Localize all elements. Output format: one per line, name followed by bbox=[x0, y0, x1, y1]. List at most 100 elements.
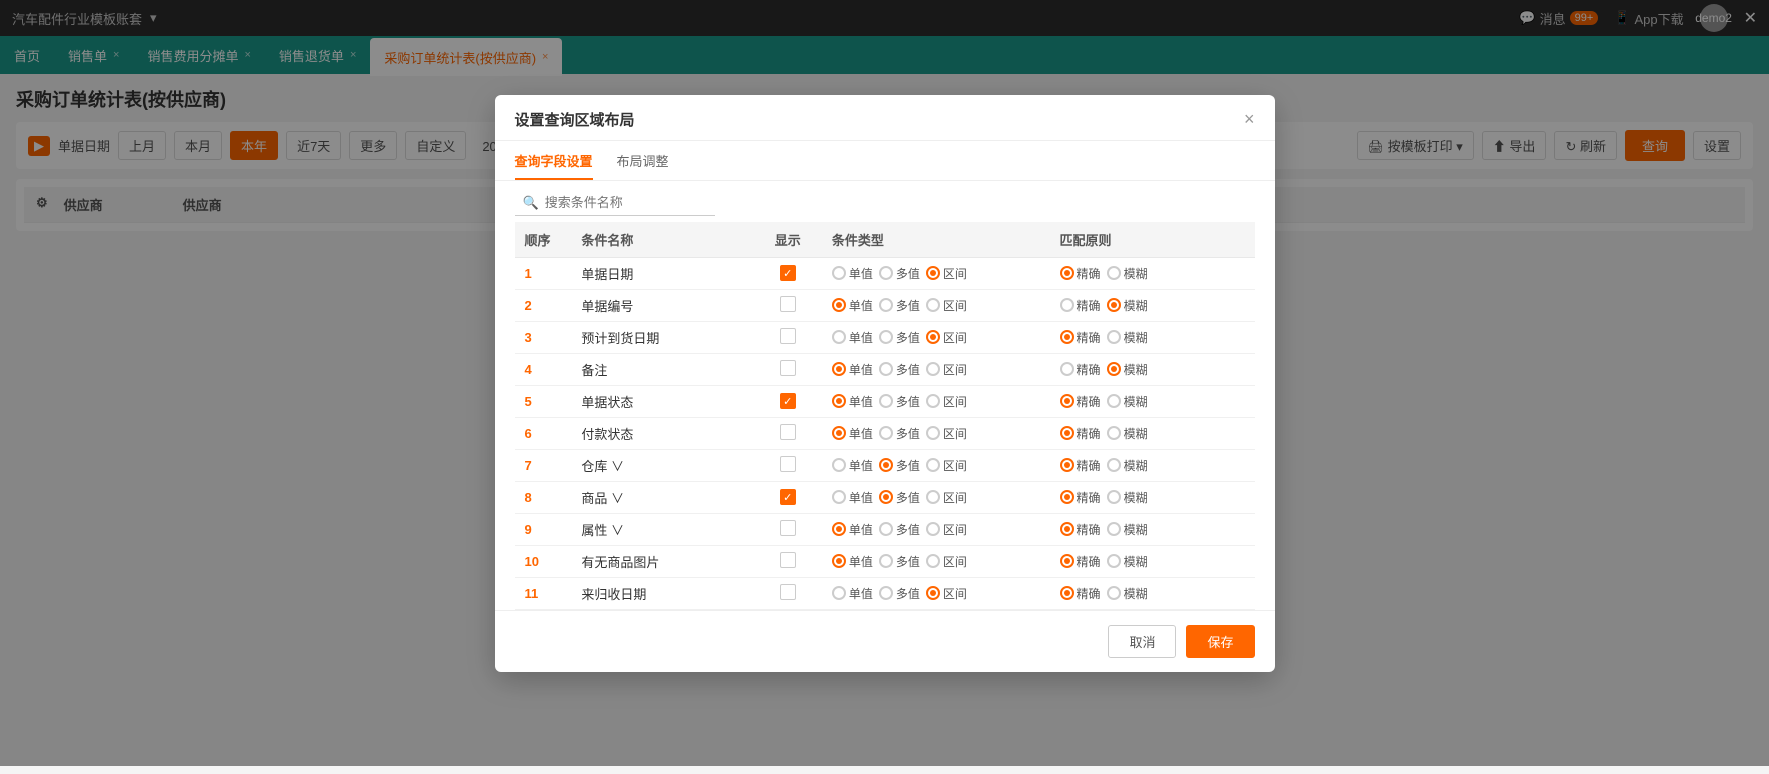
radio-item-match[interactable]: 精确 bbox=[1060, 361, 1101, 378]
radio-circle[interactable] bbox=[1060, 362, 1074, 376]
radio-item-type[interactable]: 单值 bbox=[832, 553, 873, 570]
radio-circle[interactable] bbox=[879, 394, 893, 408]
radio-circle[interactable] bbox=[879, 490, 893, 504]
radio-item-type[interactable]: 单值 bbox=[832, 329, 873, 346]
radio-item-type[interactable]: 区间 bbox=[926, 585, 967, 602]
radio-item-match[interactable]: 精确 bbox=[1060, 425, 1101, 442]
radio-circle[interactable] bbox=[832, 522, 846, 536]
show-checkbox[interactable] bbox=[780, 489, 796, 505]
search-input[interactable] bbox=[545, 195, 705, 210]
radio-item-type[interactable]: 单值 bbox=[832, 521, 873, 538]
radio-item-match[interactable]: 精确 bbox=[1060, 521, 1101, 538]
show-checkbox[interactable] bbox=[780, 584, 796, 600]
radio-circle[interactable] bbox=[879, 522, 893, 536]
radio-item-type[interactable]: 区间 bbox=[926, 489, 967, 506]
show-checkbox[interactable] bbox=[780, 552, 796, 568]
radio-circle[interactable] bbox=[1060, 458, 1074, 472]
radio-item-match[interactable]: 精确 bbox=[1060, 265, 1101, 282]
show-checkbox[interactable] bbox=[780, 424, 796, 440]
radio-circle[interactable] bbox=[1107, 266, 1121, 280]
radio-circle[interactable] bbox=[926, 298, 940, 312]
radio-circle[interactable] bbox=[1060, 298, 1074, 312]
radio-circle[interactable] bbox=[879, 266, 893, 280]
radio-item-type[interactable]: 区间 bbox=[926, 361, 967, 378]
radio-item-match[interactable]: 模糊 bbox=[1107, 553, 1148, 570]
show-checkbox[interactable] bbox=[780, 265, 796, 281]
radio-circle[interactable] bbox=[926, 362, 940, 376]
radio-circle[interactable] bbox=[926, 522, 940, 536]
radio-item-match[interactable]: 模糊 bbox=[1107, 585, 1148, 602]
radio-circle[interactable] bbox=[1107, 458, 1121, 472]
radio-circle[interactable] bbox=[1107, 362, 1121, 376]
radio-circle[interactable] bbox=[926, 586, 940, 600]
radio-item-type[interactable]: 多值 bbox=[879, 329, 920, 346]
radio-circle[interactable] bbox=[879, 554, 893, 568]
radio-circle[interactable] bbox=[832, 330, 846, 344]
radio-item-type[interactable]: 多值 bbox=[879, 521, 920, 538]
radio-item-type[interactable]: 区间 bbox=[926, 553, 967, 570]
radio-circle[interactable] bbox=[1107, 554, 1121, 568]
radio-circle[interactable] bbox=[1107, 394, 1121, 408]
radio-circle[interactable] bbox=[832, 490, 846, 504]
radio-item-match[interactable]: 模糊 bbox=[1107, 457, 1148, 474]
radio-item-type[interactable]: 单值 bbox=[832, 489, 873, 506]
radio-item-type[interactable]: 区间 bbox=[926, 425, 967, 442]
radio-circle[interactable] bbox=[926, 554, 940, 568]
radio-circle[interactable] bbox=[832, 554, 846, 568]
show-checkbox[interactable] bbox=[780, 328, 796, 344]
radio-circle[interactable] bbox=[879, 586, 893, 600]
radio-item-match[interactable]: 模糊 bbox=[1107, 425, 1148, 442]
radio-item-type[interactable]: 区间 bbox=[926, 393, 967, 410]
show-checkbox[interactable] bbox=[780, 393, 796, 409]
radio-circle[interactable] bbox=[832, 298, 846, 312]
show-checkbox[interactable] bbox=[780, 360, 796, 376]
radio-circle[interactable] bbox=[879, 426, 893, 440]
radio-circle[interactable] bbox=[926, 330, 940, 344]
cancel-button[interactable]: 取消 bbox=[1108, 625, 1176, 658]
show-checkbox[interactable] bbox=[780, 296, 796, 312]
radio-item-type[interactable]: 多值 bbox=[879, 297, 920, 314]
radio-circle[interactable] bbox=[879, 330, 893, 344]
radio-item-match[interactable]: 精确 bbox=[1060, 329, 1101, 346]
radio-item-match[interactable]: 模糊 bbox=[1107, 361, 1148, 378]
radio-item-type[interactable]: 多值 bbox=[879, 457, 920, 474]
radio-item-type[interactable]: 单值 bbox=[832, 361, 873, 378]
radio-circle[interactable] bbox=[832, 362, 846, 376]
radio-item-match[interactable]: 精确 bbox=[1060, 297, 1101, 314]
radio-item-type[interactable]: 区间 bbox=[926, 329, 967, 346]
radio-circle[interactable] bbox=[926, 266, 940, 280]
radio-item-match[interactable]: 模糊 bbox=[1107, 297, 1148, 314]
radio-item-match[interactable]: 精确 bbox=[1060, 489, 1101, 506]
radio-circle[interactable] bbox=[832, 586, 846, 600]
radio-circle[interactable] bbox=[1107, 426, 1121, 440]
radio-circle[interactable] bbox=[879, 362, 893, 376]
radio-item-match[interactable]: 模糊 bbox=[1107, 521, 1148, 538]
radio-item-match[interactable]: 精确 bbox=[1060, 393, 1101, 410]
radio-circle[interactable] bbox=[832, 394, 846, 408]
radio-item-type[interactable]: 单值 bbox=[832, 457, 873, 474]
radio-item-type[interactable]: 多值 bbox=[879, 425, 920, 442]
radio-item-match[interactable]: 模糊 bbox=[1107, 329, 1148, 346]
radio-circle[interactable] bbox=[879, 458, 893, 472]
radio-circle[interactable] bbox=[1060, 490, 1074, 504]
radio-item-type[interactable]: 区间 bbox=[926, 297, 967, 314]
radio-item-type[interactable]: 多值 bbox=[879, 393, 920, 410]
radio-item-type[interactable]: 区间 bbox=[926, 521, 967, 538]
radio-circle[interactable] bbox=[1107, 490, 1121, 504]
radio-item-type[interactable]: 单值 bbox=[832, 265, 873, 282]
radio-item-type[interactable]: 多值 bbox=[879, 361, 920, 378]
radio-item-match[interactable]: 模糊 bbox=[1107, 489, 1148, 506]
radio-circle[interactable] bbox=[1107, 298, 1121, 312]
radio-item-match[interactable]: 模糊 bbox=[1107, 265, 1148, 282]
tab-layout[interactable]: 布局调整 bbox=[617, 141, 669, 180]
radio-circle[interactable] bbox=[1060, 426, 1074, 440]
radio-circle[interactable] bbox=[1060, 266, 1074, 280]
radio-circle[interactable] bbox=[926, 490, 940, 504]
show-checkbox[interactable] bbox=[780, 520, 796, 536]
radio-circle[interactable] bbox=[1107, 330, 1121, 344]
save-button[interactable]: 保存 bbox=[1186, 625, 1254, 658]
radio-item-type[interactable]: 多值 bbox=[879, 489, 920, 506]
radio-circle[interactable] bbox=[1060, 394, 1074, 408]
radio-item-match[interactable]: 精确 bbox=[1060, 585, 1101, 602]
radio-item-type[interactable]: 多值 bbox=[879, 585, 920, 602]
